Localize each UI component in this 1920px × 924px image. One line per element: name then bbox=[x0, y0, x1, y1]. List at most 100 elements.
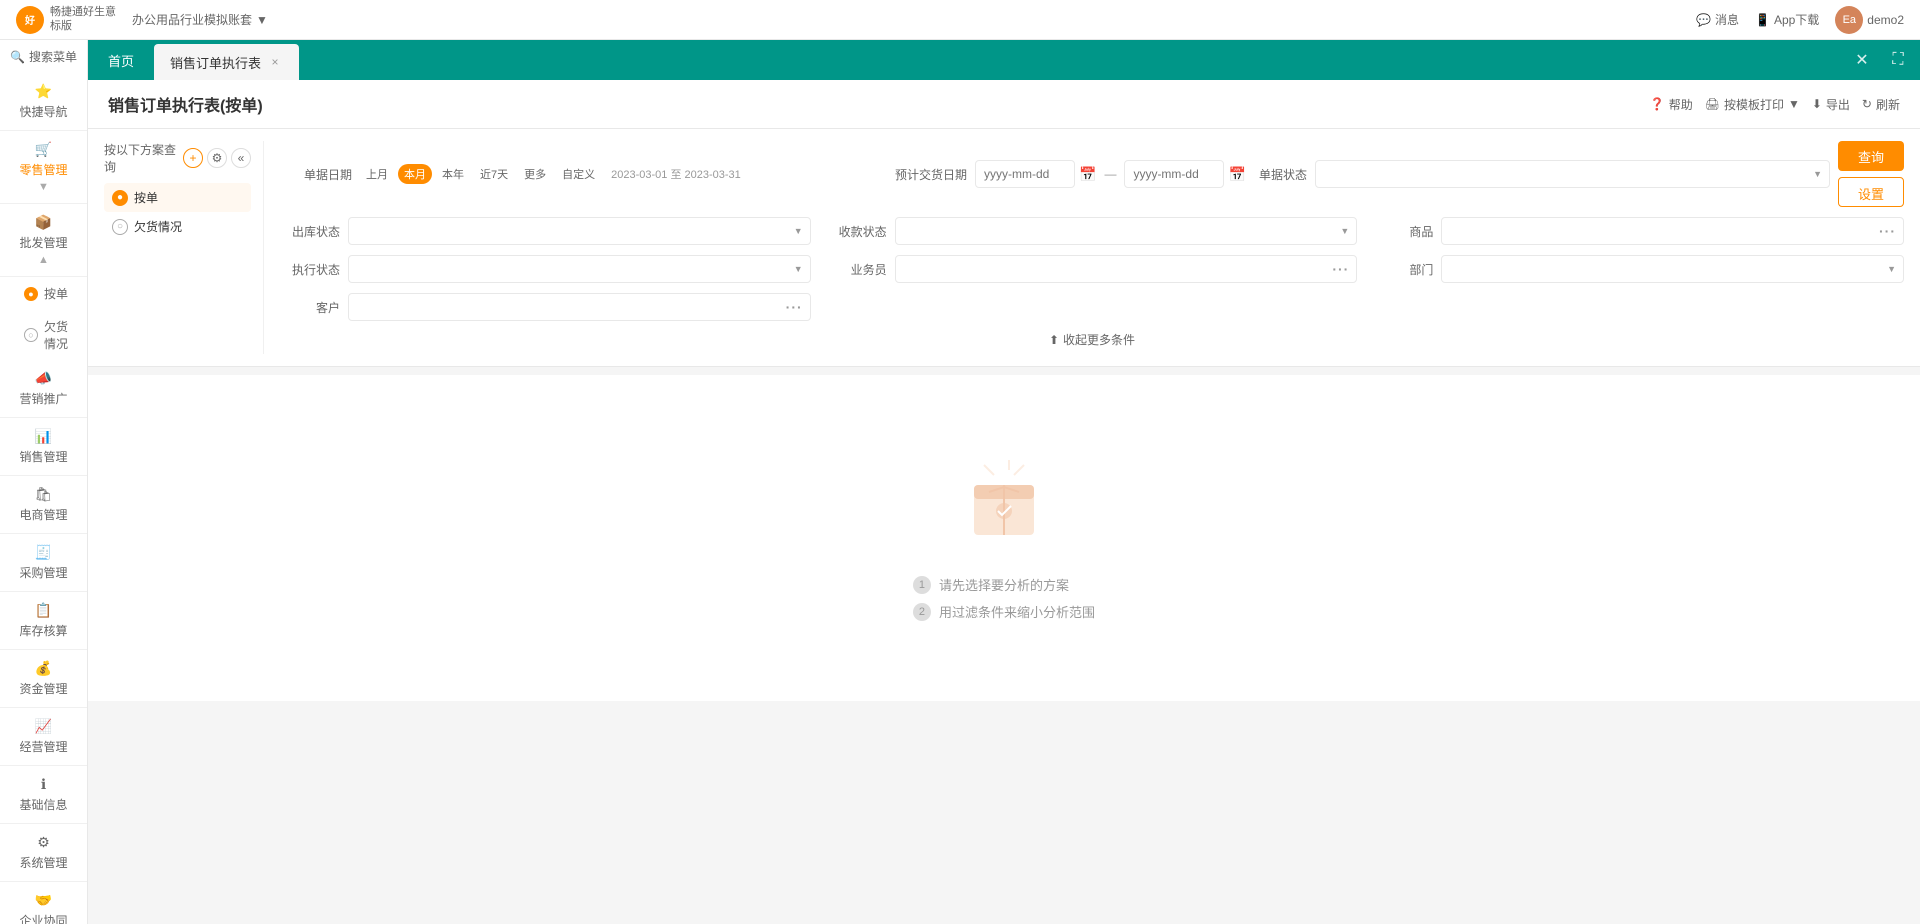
page-actions: ❓ 帮助 🖨 按模板打印 ▼ ⬇ 导出 ↻ 刷新 bbox=[1650, 96, 1900, 113]
print-button[interactable]: 🖨 按模板打印 ▼ bbox=[1705, 96, 1800, 113]
sidebar-item-sales[interactable]: 📊 销售管理 bbox=[0, 418, 87, 476]
empty-state: 1 请先选择要分析的方案 2 用过滤条件来缩小分析范围 bbox=[88, 375, 1920, 701]
export-icon: ⬇ bbox=[1812, 97, 1822, 111]
refresh-button[interactable]: ↻ 刷新 bbox=[1862, 96, 1900, 113]
exec-status-label: 执行状态 bbox=[280, 261, 348, 278]
sidebar-item-purchase[interactable]: 🧾 采购管理 bbox=[0, 534, 87, 592]
sidebar-item-inventory[interactable]: 📋 库存核算 bbox=[0, 592, 87, 650]
product-input[interactable] bbox=[1441, 217, 1904, 245]
custom-btn[interactable]: 自定义 bbox=[556, 164, 601, 184]
user-action[interactable]: Ea demo2 bbox=[1835, 6, 1904, 34]
tab-minimize-button[interactable]: ✕ bbox=[1848, 46, 1876, 74]
sales-icon: 📊 bbox=[35, 428, 52, 445]
receipt-status-wrapper bbox=[895, 217, 1358, 245]
expected-date-end[interactable] bbox=[1124, 160, 1224, 188]
app-logo-icon: 好 bbox=[16, 6, 44, 34]
out-status-wrapper bbox=[348, 217, 811, 245]
sidebar-item-enterprise[interactable]: 🤝 企业协同 bbox=[0, 882, 87, 924]
sidebar-item-quick-nav[interactable]: ⭐ 快捷导航 bbox=[0, 73, 87, 131]
status-select[interactable] bbox=[1315, 160, 1830, 188]
customer-wrapper bbox=[348, 293, 811, 321]
tab-sales-order[interactable]: 销售订单执行表 × bbox=[154, 44, 299, 80]
tab-close-icon[interactable]: × bbox=[267, 54, 283, 70]
basics-icon: ℹ bbox=[41, 776, 46, 793]
add-plan-button[interactable]: + bbox=[183, 148, 203, 168]
salesperson-label: 业务员 bbox=[827, 261, 895, 278]
company-selector[interactable]: 办公用品行业模拟账套 ▼ bbox=[124, 7, 276, 32]
tab-home[interactable]: 首页 bbox=[88, 40, 154, 80]
inventory-icon: 📋 bbox=[35, 602, 52, 619]
sidebar-sub-item-按单[interactable]: ● 按单 bbox=[0, 277, 87, 310]
last-month-btn[interactable]: 上月 bbox=[360, 164, 394, 184]
exec-status-select[interactable] bbox=[348, 255, 811, 283]
retail-icon: 🛒 bbox=[35, 141, 52, 158]
empty-tip-2: 2 用过滤条件来缩小分析范围 bbox=[913, 602, 1095, 621]
left-arrow-icon: « bbox=[238, 151, 245, 165]
expand-icon: ▼ bbox=[38, 181, 49, 193]
search-action-area: 查询 设置 bbox=[1838, 141, 1904, 207]
date-range-display: 2023-03-01 至 2023-03-31 bbox=[611, 166, 741, 182]
dept-label: 部门 bbox=[1373, 261, 1441, 278]
expected-date-label: 预计交货日期 bbox=[895, 166, 975, 183]
filter-row-2: 出库状态 收款状态 bbox=[280, 217, 1904, 245]
filter-section-title: 按以下方案查询 bbox=[104, 141, 183, 175]
finance-icon: 💰 bbox=[35, 660, 52, 677]
logo-area: 好 畅捷通好生意 标版 bbox=[16, 6, 116, 34]
sidebar-item-finance[interactable]: 💰 资金管理 bbox=[0, 650, 87, 708]
sidebar-item-ecommerce[interactable]: 🛍 电商管理 bbox=[0, 476, 87, 534]
settings-button[interactable]: 设置 bbox=[1838, 177, 1904, 207]
active-plan-indicator: ● bbox=[24, 287, 38, 301]
customer-group: 客户 bbox=[280, 293, 811, 321]
app-download-action[interactable]: 📱 App下载 bbox=[1755, 11, 1819, 28]
message-action[interactable]: 💬 消息 bbox=[1696, 11, 1739, 28]
status-label: 单据状态 bbox=[1235, 166, 1315, 183]
collapse-up-icon: ⬆ bbox=[1049, 333, 1059, 347]
search-button[interactable]: 查询 bbox=[1838, 141, 1904, 171]
sidebar-item-marketing[interactable]: 📣 营销推广 bbox=[0, 360, 87, 418]
this-month-btn[interactable]: 本月 bbox=[398, 164, 432, 184]
ecommerce-icon: 🛍 bbox=[35, 486, 53, 503]
sidebar: 🔍 搜索菜单 ⭐ 快捷导航 🛒 零售管理 ▼ 📦 批发管理 ▲ ● 按单 ○ 欠… bbox=[0, 40, 88, 924]
start-calendar-icon[interactable]: 📅 bbox=[1079, 166, 1096, 183]
sidebar-item-wholesale[interactable]: 📦 批发管理 ▲ bbox=[0, 204, 87, 277]
more-btn[interactable]: 更多 bbox=[518, 164, 552, 184]
tab-maximize-button[interactable]: ⛶ bbox=[1884, 46, 1912, 74]
operations-icon: 📈 bbox=[35, 718, 52, 735]
filter-row-4: 客户 bbox=[280, 293, 1904, 321]
plan-item-按单[interactable]: ● 按单 bbox=[104, 183, 251, 212]
add-icon: + bbox=[189, 151, 196, 165]
plan-item-欠货[interactable]: ○ 欠货情况 bbox=[104, 212, 251, 241]
filter-sidebar-header: 按以下方案查询 + ⚙ « bbox=[104, 141, 251, 175]
receipt-status-label: 收款状态 bbox=[827, 223, 895, 240]
collapse-button[interactable]: ⬆ 收起更多条件 bbox=[280, 325, 1904, 354]
out-status-label: 出库状态 bbox=[280, 223, 348, 240]
dept-select[interactable] bbox=[1441, 255, 1904, 283]
exec-status-wrapper bbox=[348, 255, 811, 283]
avatar: Ea bbox=[1835, 6, 1863, 34]
out-status-select[interactable] bbox=[348, 217, 811, 245]
search-menu-item[interactable]: 🔍 搜索菜单 bbox=[0, 40, 87, 73]
settings-plan-button[interactable]: ⚙ bbox=[207, 148, 227, 168]
marketing-icon: 📣 bbox=[35, 370, 52, 387]
help-button[interactable]: ❓ 帮助 bbox=[1650, 96, 1693, 113]
sidebar-item-retail[interactable]: 🛒 零售管理 ▼ bbox=[0, 131, 87, 204]
receipt-status-select[interactable] bbox=[895, 217, 1358, 245]
out-status-group: 出库状态 bbox=[280, 217, 811, 245]
filter-row-1: 单据日期 上月 本月 本年 近7天 更多 自定义 20 bbox=[280, 141, 1904, 207]
sidebar-item-operations[interactable]: 📈 经营管理 bbox=[0, 708, 87, 766]
collapse-sidebar-button[interactable]: « bbox=[231, 148, 251, 168]
sidebar-sub-item-欠货[interactable]: ○ 欠货情况 bbox=[0, 310, 87, 360]
customer-input[interactable] bbox=[348, 293, 811, 321]
message-icon: 💬 bbox=[1696, 13, 1711, 27]
last-7days-btn[interactable]: 近7天 bbox=[474, 164, 514, 184]
status-select-wrapper bbox=[1315, 160, 1830, 188]
salesperson-input[interactable] bbox=[895, 255, 1358, 283]
sidebar-item-basics[interactable]: ℹ 基础信息 bbox=[0, 766, 87, 824]
export-button[interactable]: ⬇ 导出 bbox=[1812, 96, 1850, 113]
this-year-btn[interactable]: 本年 bbox=[436, 164, 470, 184]
sidebar-item-system[interactable]: ⚙ 系统管理 bbox=[0, 824, 87, 882]
minimize-icon: ✕ bbox=[1855, 50, 1868, 70]
product-wrapper bbox=[1441, 217, 1904, 245]
customer-label: 客户 bbox=[280, 299, 348, 316]
expected-date-start[interactable] bbox=[975, 160, 1075, 188]
